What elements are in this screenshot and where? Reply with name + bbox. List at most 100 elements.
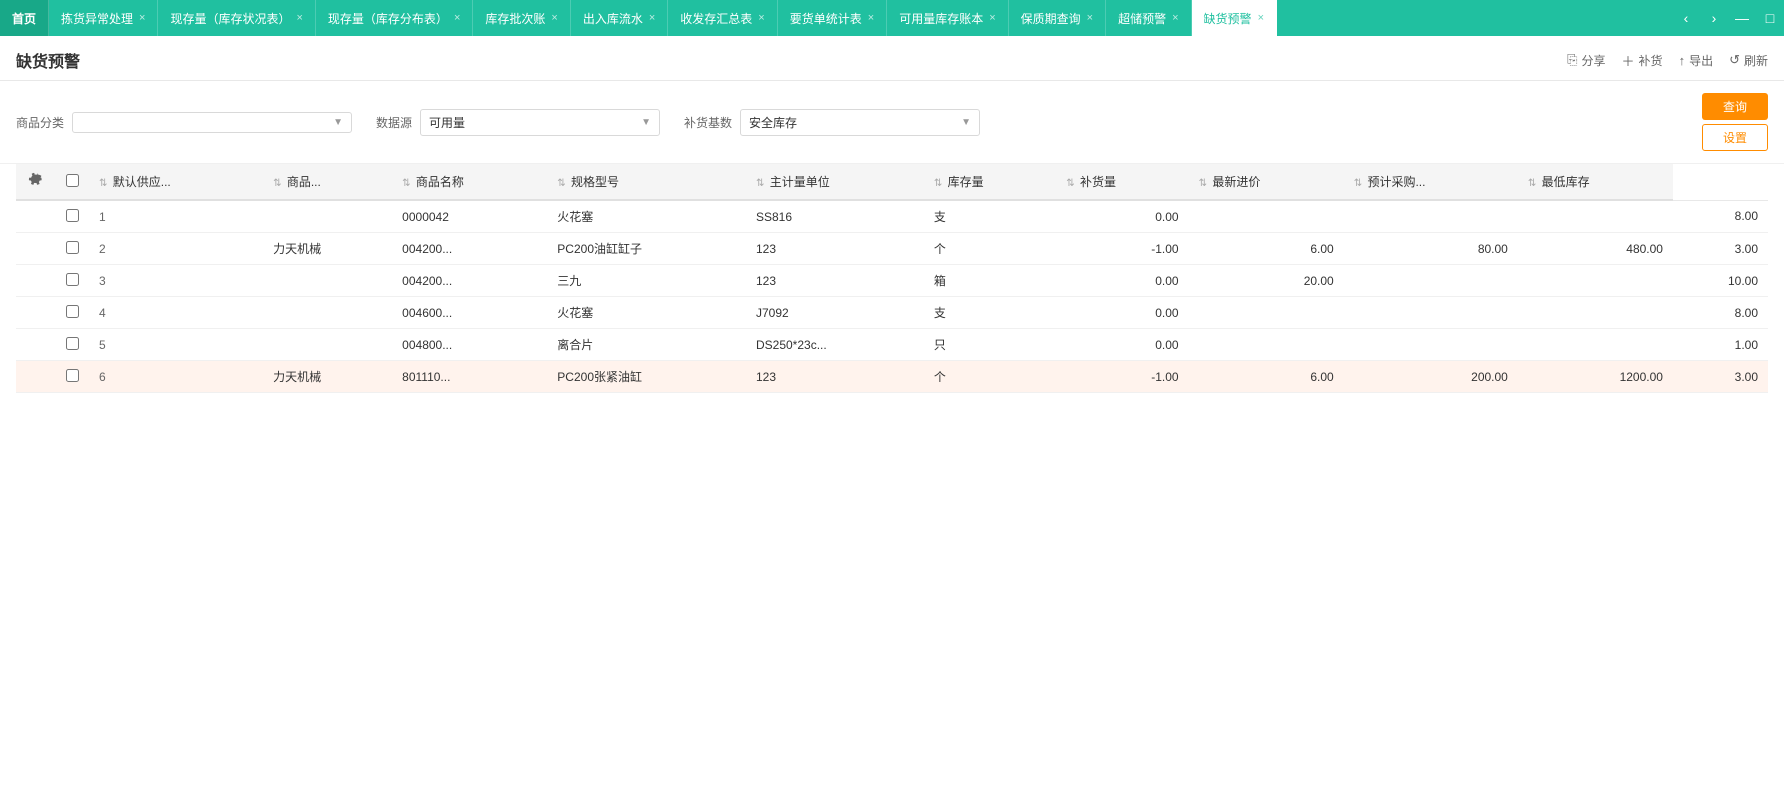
row-checkbox-cell [56, 200, 89, 233]
settings-gear-icon[interactable] [28, 172, 44, 188]
tab-expiry-close[interactable]: × [1087, 12, 1093, 24]
row-product-name: PC200油缸缸子 [547, 233, 746, 265]
tab-batch-account[interactable]: 库存批次账 × [473, 0, 570, 36]
category-select[interactable]: ▼ [72, 112, 352, 133]
row-gear-cell [16, 297, 56, 329]
sort-price-icon[interactable]: ⇅ [1199, 178, 1207, 189]
sort-stock-icon[interactable]: ⇅ [934, 178, 942, 189]
row-num: 4 [89, 297, 263, 329]
tab-exception-close[interactable]: × [139, 12, 145, 24]
tab-collect-close[interactable]: × [758, 12, 764, 24]
tab-scroll-right[interactable]: › [1700, 0, 1728, 36]
tab-demand-close[interactable]: × [868, 12, 874, 24]
tab-usable[interactable]: 可用量库存账本 × [887, 0, 1008, 36]
tab-usable-label: 可用量库存账本 [899, 10, 983, 27]
row-checkbox[interactable] [66, 337, 79, 350]
export-label: 导出 [1689, 52, 1713, 69]
sort-est-icon[interactable]: ⇅ [1354, 178, 1362, 189]
tab-inventory-dist-close[interactable]: × [454, 12, 460, 24]
col-product-code: ⇅ 商品... [263, 164, 392, 200]
main-content: 缺货预警 ⎘ 分享 ＋ 补货 ↑ 导出 ↺ 刷新 商品分类 [0, 36, 1784, 796]
settings-button[interactable]: 设置 [1702, 124, 1768, 151]
row-unit: 箱 [924, 265, 1056, 297]
row-latest-price: 200.00 [1344, 361, 1518, 393]
refresh-button[interactable]: ↺ 刷新 [1729, 52, 1768, 69]
filter-bar: 商品分类 ▼ 数据源 可用量 ▼ 补货基数 安全库存 ▼ 查询 设置 [0, 81, 1784, 164]
tab-flow-close[interactable]: × [649, 12, 655, 24]
row-checkbox[interactable] [66, 369, 79, 382]
row-checkbox[interactable] [66, 241, 79, 254]
datasource-select[interactable]: 可用量 ▼ [420, 109, 660, 136]
tab-maximize[interactable]: □ [1756, 0, 1784, 36]
row-stock: -1.00 [1056, 233, 1188, 265]
sort-code-icon[interactable]: ⇅ [273, 178, 281, 189]
tab-inventory-dist-label: 现存量（库存分布表） [328, 10, 448, 27]
row-product-name: 火花塞 [547, 200, 746, 233]
row-num: 1 [89, 200, 263, 233]
share-button[interactable]: ⎘ 分享 [1567, 52, 1605, 69]
refresh-label: 刷新 [1744, 52, 1768, 69]
tab-minimize[interactable]: — [1728, 0, 1756, 36]
sort-spec-icon[interactable]: ⇅ [557, 178, 565, 189]
row-latest-price [1344, 329, 1518, 361]
row-replenish [1189, 329, 1344, 361]
tab-batch-account-close[interactable]: × [551, 12, 557, 24]
row-spec: 123 [746, 361, 924, 393]
tab-collect[interactable]: 收发存汇总表 × [668, 0, 777, 36]
row-spec: J7092 [746, 297, 924, 329]
col-checkbox-header [56, 164, 89, 200]
replenish-icon: ＋ [1622, 51, 1635, 70]
row-num: 6 [89, 361, 263, 393]
sort-unit-icon[interactable]: ⇅ [756, 178, 764, 189]
sort-name-icon[interactable]: ⇅ [402, 178, 410, 189]
col-gear [16, 164, 56, 200]
tab-scroll-left[interactable]: ‹ [1672, 0, 1700, 36]
row-product-name: 三九 [547, 265, 746, 297]
tab-usable-close[interactable]: × [989, 12, 995, 24]
tab-inventory-status-close[interactable]: × [296, 12, 302, 24]
sort-min-icon[interactable]: ⇅ [1528, 178, 1536, 189]
tab-batch-account-label: 库存批次账 [485, 10, 545, 27]
query-button[interactable]: 查询 [1702, 93, 1768, 120]
tab-home-label: 首页 [12, 10, 36, 27]
row-unit: 支 [924, 200, 1056, 233]
row-product-name: 离合片 [547, 329, 746, 361]
tab-home[interactable]: 首页 [0, 0, 49, 36]
tab-shortage-close[interactable]: × [1258, 12, 1264, 24]
row-checkbox[interactable] [66, 209, 79, 222]
tab-overstock[interactable]: 超储预警 × [1106, 0, 1191, 36]
row-gear-cell [16, 200, 56, 233]
tab-inventory-status[interactable]: 现存量（库存状况表） × [158, 0, 315, 36]
sort-supplier-icon[interactable]: ⇅ [99, 178, 107, 189]
col-spec: ⇅ 规格型号 [547, 164, 746, 200]
export-button[interactable]: ↑ 导出 [1679, 52, 1714, 69]
replenish-base-select[interactable]: 安全库存 ▼ [740, 109, 980, 136]
row-est-purchase: 1200.00 [1518, 361, 1673, 393]
tab-flow[interactable]: 出入库流水 × [571, 0, 668, 36]
row-stock: 0.00 [1056, 297, 1188, 329]
tab-inventory-dist[interactable]: 现存量（库存分布表） × [316, 0, 473, 36]
table-header-row: ⇅ 默认供应... ⇅ 商品... ⇅ 商品名称 ⇅ 规格型号 [16, 164, 1768, 200]
row-est-purchase [1518, 265, 1673, 297]
replenish-button[interactable]: ＋ 补货 [1622, 51, 1663, 70]
row-gear-cell [16, 329, 56, 361]
tab-overstock-close[interactable]: × [1172, 12, 1178, 24]
row-num: 3 [89, 265, 263, 297]
row-default-supplier [263, 200, 392, 233]
row-min-stock: 8.00 [1673, 297, 1768, 329]
category-filter-group: 商品分类 ▼ [16, 112, 352, 133]
row-default-supplier [263, 329, 392, 361]
row-product-name: 火花塞 [547, 297, 746, 329]
tab-exception[interactable]: 拣货异常处理 × [49, 0, 158, 36]
replenish-base-filter-group: 补货基数 安全库存 ▼ [684, 109, 980, 136]
row-default-supplier: 力天机械 [263, 361, 392, 393]
sort-replenish-icon[interactable]: ⇅ [1066, 178, 1074, 189]
col-min-stock: ⇅ 最低库存 [1518, 164, 1673, 200]
tab-demand[interactable]: 要货单统计表 × [778, 0, 887, 36]
tab-expiry[interactable]: 保质期查询 × [1009, 0, 1106, 36]
tab-shortage[interactable]: 缺货预警 × [1192, 0, 1277, 36]
row-checkbox[interactable] [66, 273, 79, 286]
row-num: 5 [89, 329, 263, 361]
row-checkbox[interactable] [66, 305, 79, 318]
select-all-checkbox[interactable] [66, 174, 79, 187]
